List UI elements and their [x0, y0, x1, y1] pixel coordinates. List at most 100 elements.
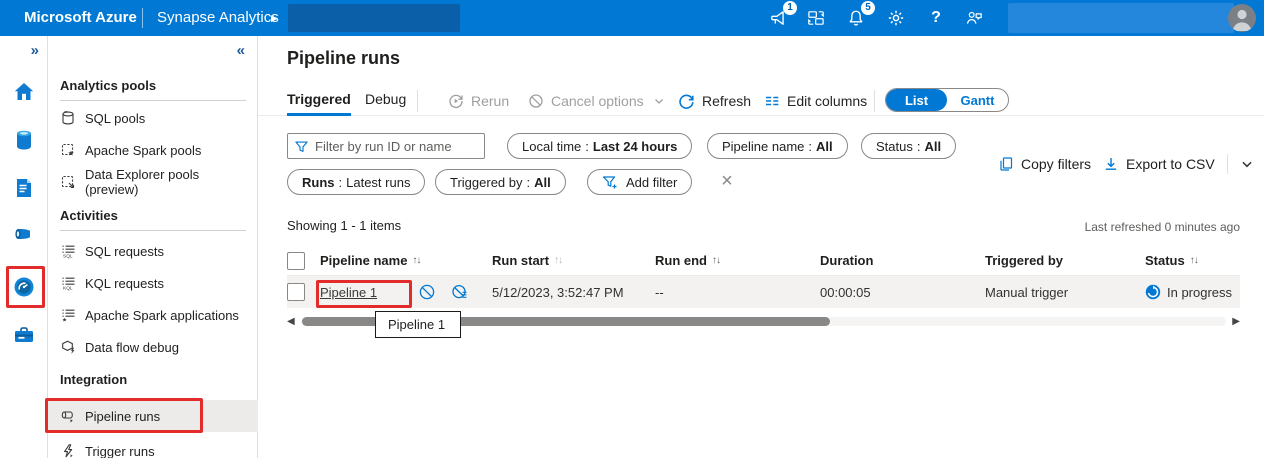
sidebar-item-sql-pools[interactable]: SQL pools [60, 103, 246, 133]
help-button[interactable]: ? [923, 6, 949, 30]
sidebar-item-label: Pipeline runs [85, 409, 160, 424]
column-header-status[interactable]: Status ↑↓ [1145, 253, 1240, 268]
column-header-run-start[interactable]: Run start ↑↓ [492, 253, 655, 268]
svg-text:KQL: KQL [63, 286, 73, 291]
filter-pill-status[interactable]: Status : All [861, 133, 956, 159]
view-toggle-gantt[interactable]: Gantt [947, 89, 1008, 111]
nav-develop-button[interactable] [12, 176, 36, 200]
toolbox-icon [12, 323, 36, 347]
copy-filters-button[interactable]: Copy filters [998, 156, 1091, 172]
pill-value: All [534, 175, 551, 190]
select-all-checkbox[interactable] [287, 252, 305, 270]
filter-pill-local-time[interactable]: Local time : Last 24 hours [507, 133, 692, 159]
cancel-options-button[interactable]: Cancel options [528, 88, 665, 114]
sidebar-item-apache-spark-pools[interactable]: Apache Spark pools [60, 135, 246, 165]
nav-manage-button[interactable] [12, 323, 36, 347]
sidebar-item-apache-spark-applications[interactable]: Apache Spark applications [60, 300, 246, 330]
product-name[interactable]: Synapse Analytics [157, 0, 279, 36]
row-checkbox[interactable] [287, 283, 305, 301]
filter-pill-pipeline-name[interactable]: Pipeline name : All [707, 133, 848, 159]
announcements-button[interactable]: 1 [765, 6, 791, 30]
pipeline-run-link[interactable]: Pipeline 1 [320, 285, 377, 300]
filter-pill-runs[interactable]: Runs : Latest runs [287, 169, 425, 195]
switch-directory-button[interactable] [803, 6, 829, 30]
notifications-button[interactable]: 5 [843, 6, 869, 30]
section-title-analytics-pools: Analytics pools [60, 78, 246, 93]
feedback-button[interactable] [961, 6, 987, 30]
column-header-run-end[interactable]: Run end ↑↓ [655, 253, 820, 268]
sidebar-item-label: SQL pools [85, 111, 145, 126]
tab-triggered[interactable]: Triggered [287, 86, 351, 116]
spark-pool-icon [60, 142, 76, 158]
column-label: Duration [820, 253, 873, 268]
settings-button[interactable] [883, 6, 909, 30]
status-cell: In progress [1145, 284, 1240, 300]
sidebar-item-pipeline-runs[interactable]: Pipeline runs [48, 400, 258, 432]
sidebar-item-trigger-runs[interactable]: Trigger runs [60, 436, 246, 458]
left-nav-rail: » [0, 36, 48, 458]
section-divider [60, 100, 246, 101]
sidebar-item-label: Apache Spark pools [85, 143, 201, 158]
view-toggle: List Gantt [885, 88, 1009, 112]
rerun-icon [448, 93, 464, 109]
rerun-label: Rerun [471, 93, 509, 109]
home-icon [12, 80, 36, 104]
pill-separator: : [339, 175, 343, 190]
column-header-duration[interactable]: Duration [820, 253, 985, 268]
sidebar-item-data-flow-debug[interactable]: Data flow debug [60, 332, 246, 362]
rerun-button[interactable]: Rerun [448, 88, 509, 114]
sort-arrows-icon: ↑↓ [712, 255, 720, 266]
actions-divider [1227, 154, 1228, 174]
expand-rail-icon[interactable]: » [31, 42, 39, 59]
column-header-pipeline-name[interactable]: Pipeline name ↑↓ [320, 253, 492, 268]
download-icon [1103, 156, 1119, 172]
trigger-runs-icon [60, 443, 76, 458]
nav-monitor-button[interactable] [12, 275, 36, 299]
nav-home-button[interactable] [12, 80, 36, 104]
edit-columns-button[interactable]: Edit columns [764, 88, 867, 114]
more-actions-chevron-icon[interactable] [1240, 157, 1254, 171]
tab-debug[interactable]: Debug [365, 86, 406, 116]
gauge-monitor-icon [12, 275, 36, 299]
sidebar-item-kql-requests[interactable]: KQL KQL requests [60, 268, 246, 298]
collapse-sidebar-icon[interactable]: « [237, 42, 245, 59]
scroll-right-icon[interactable]: ▶ [1232, 316, 1240, 327]
azure-brand[interactable]: Microsoft Azure [24, 0, 137, 36]
sql-requests-icon: SQL [60, 243, 76, 259]
column-header-triggered-by[interactable]: Triggered by [985, 253, 1145, 268]
filter-funnel-icon [294, 139, 309, 154]
view-toggle-list[interactable]: List [886, 89, 947, 111]
account-avatar[interactable] [1228, 4, 1256, 32]
clear-filters-icon[interactable]: × [716, 171, 738, 193]
sidebar-item-data-explorer-pools[interactable]: Data Explorer pools (preview) [60, 167, 246, 197]
cancel-recursive-icon[interactable] [451, 283, 469, 301]
nav-data-button[interactable] [12, 128, 36, 152]
spark-applications-icon [60, 307, 76, 323]
breadcrumb-chevron-icon: ▶ [271, 0, 278, 36]
sort-arrows-icon: ↑↓ [412, 255, 420, 266]
status-label: In progress [1167, 285, 1232, 300]
filter-pill-triggered-by[interactable]: Triggered by : All [435, 169, 566, 195]
column-label: Run end [655, 253, 707, 268]
scroll-left-icon[interactable]: ◀ [287, 316, 295, 327]
pipeline-name-cell: Pipeline 1 [320, 283, 492, 301]
cancel-icon [528, 93, 544, 109]
pill-label: Runs [302, 175, 335, 190]
export-csv-button[interactable]: Export to CSV [1103, 156, 1215, 172]
pill-value: All [924, 139, 941, 154]
sidebar-item-label: SQL requests [85, 244, 164, 259]
refresh-button[interactable]: Refresh [678, 88, 751, 114]
sidebar-item-sql-requests[interactable]: SQL SQL requests [60, 236, 246, 266]
add-filter-button[interactable]: Add filter [587, 169, 692, 195]
table-actions: Copy filters Export to CSV [998, 152, 1254, 176]
sidebar-item-label: Trigger runs [85, 444, 155, 458]
kql-requests-icon: KQL [60, 275, 76, 291]
toolbar-divider [874, 90, 875, 112]
run-filter-input[interactable] [315, 139, 478, 154]
pill-separator: : [585, 139, 589, 154]
pill-separator: : [527, 175, 531, 190]
nav-integrate-button[interactable] [12, 222, 36, 246]
items-count: Showing 1 - 1 items [287, 218, 401, 233]
cancel-run-icon[interactable] [418, 283, 436, 301]
document-icon [12, 176, 36, 200]
